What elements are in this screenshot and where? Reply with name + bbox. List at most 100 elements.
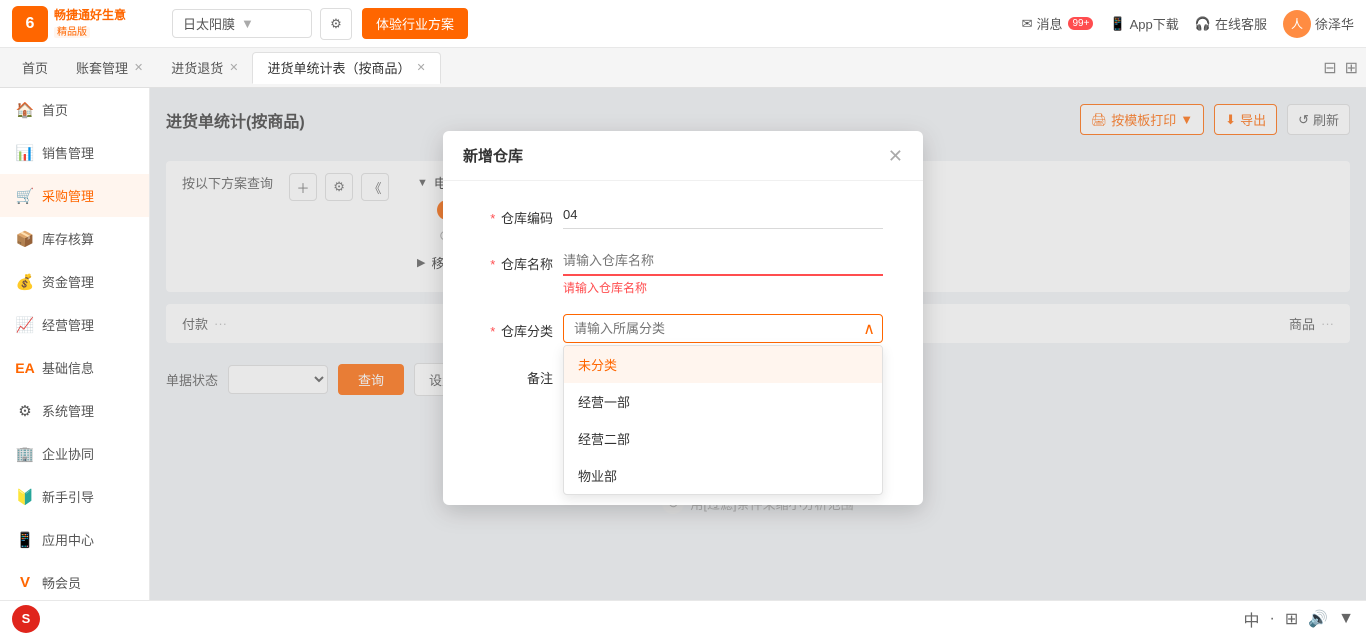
guide-icon: 🔰 [16, 488, 34, 506]
refresh-button[interactable]: ↺ 刷新 [1287, 104, 1350, 135]
payment-label: 付款 [182, 314, 208, 333]
tab-account[interactable]: 账套管理 ✕ [62, 52, 157, 84]
tab-purchase-return[interactable]: 进货退货 ✕ [157, 52, 252, 84]
sidebar-item-basic-info[interactable]: EA 基础信息 [0, 346, 149, 389]
modal-body: * 仓库编码 * 仓库名称 请输入仓库名称 * 仓库分类 [443, 181, 923, 427]
dropdown-item-dept3[interactable]: 物业部 [564, 457, 882, 494]
store-name: 日太阳膜 [183, 14, 235, 33]
sidebar-item-sales[interactable]: 📊 销售管理 [0, 131, 149, 174]
close-tab-purchase-return[interactable]: ✕ [229, 61, 238, 74]
header-right: ✉ 消息 99+ 📱 App下载 🎧 在线客服 人 徐泽华 [1022, 10, 1354, 38]
online-service-item[interactable]: 🎧 在线客服 [1195, 14, 1267, 33]
add-warehouse-modal: 新增仓库 ✕ * 仓库编码 * 仓库名称 请输入仓库名称 [443, 131, 923, 505]
category-input[interactable] [563, 314, 883, 343]
dropdown-item-uncategorized[interactable]: 未分类 [564, 346, 882, 383]
tab-home[interactable]: 首页 [8, 52, 62, 84]
tree-arrow: ▼ [417, 177, 428, 189]
settings-button[interactable]: ⚙ [320, 8, 352, 40]
inventory-icon: 📦 [16, 230, 34, 248]
sidebar-item-membership[interactable]: V 畅会员 [0, 561, 149, 604]
sidebar-item-inventory[interactable]: 📦 库存核算 [0, 217, 149, 260]
sidebar-enterprise-label: 企业协同 [42, 444, 94, 463]
sidebar-item-enterprise[interactable]: 🏢 企业协同 [0, 432, 149, 475]
system-icon: ⚙ [16, 402, 34, 420]
store-selector[interactable]: 日太阳膜 ▼ [172, 9, 312, 38]
tab-purchase-return-label: 进货退货 [171, 58, 223, 77]
brand-name: 畅捷通好生意 精品版 [54, 8, 126, 39]
code-input[interactable] [563, 201, 883, 229]
name-label: * 仓库名称 [483, 247, 563, 273]
sidebar-item-finance[interactable]: 💰 资金管理 [0, 260, 149, 303]
sidebar-sales-label: 销售管理 [42, 143, 94, 162]
footer-sound-icon[interactable]: 🔊 [1308, 609, 1328, 629]
modal-close-button[interactable]: ✕ [888, 147, 903, 165]
phone-icon: 📱 [1109, 16, 1125, 32]
export-button[interactable]: ⬇ 导出 [1214, 104, 1277, 135]
add-scheme-btn[interactable]: ＋ [289, 173, 317, 201]
dropdown-item-dept1[interactable]: 经营一部 [564, 383, 882, 420]
category-label: * 仓库分类 [483, 314, 563, 340]
footer-icons: 中 · ⊞ 🔊 ▼ [1243, 607, 1354, 631]
user-item[interactable]: 人 徐泽华 [1283, 10, 1354, 38]
purchase-icon: 🛒 [16, 187, 34, 205]
footer-arrow-icon[interactable]: ▼ [1338, 610, 1354, 628]
tab-purchase-stat[interactable]: 进货单统计表（按商品） ✕ [252, 52, 440, 84]
sidebar-item-system[interactable]: ⚙ 系统管理 [0, 389, 149, 432]
product-filter: 商品 ··· [1289, 314, 1334, 333]
tab-expand-icon[interactable]: ⊞ [1345, 58, 1358, 78]
sidebar-system-label: 系统管理 [42, 401, 94, 420]
bill-status-select[interactable] [228, 365, 328, 394]
online-service-label: 在线客服 [1215, 14, 1267, 33]
footer-bar: S 中 · ⊞ 🔊 ▼ [0, 600, 1366, 636]
tab-account-label: 账套管理 [76, 58, 128, 77]
enterprise-icon: 🏢 [16, 445, 34, 463]
code-label: * 仓库编码 [483, 201, 563, 227]
footer-dot-icon: · [1270, 610, 1275, 628]
edit-scheme-btn[interactable]: ⚙ [325, 173, 353, 201]
print-icon: 🖨 [1091, 112, 1108, 128]
refresh-icon: ↺ [1298, 112, 1309, 128]
close-tab-purchase-stat[interactable]: ✕ [417, 61, 426, 74]
gear-icon: ⚙ [330, 16, 342, 32]
sidebar-item-guide[interactable]: 🔰 新手引导 [0, 475, 149, 518]
message-item[interactable]: ✉ 消息 99+ [1022, 14, 1094, 33]
collapse-scheme-btn[interactable]: 《 [361, 173, 389, 201]
sidebar-inventory-label: 库存核算 [42, 229, 94, 248]
print-button[interactable]: 🖨 按模板打印 ▼ [1080, 104, 1204, 135]
footer-zh-icon[interactable]: 中 [1243, 607, 1259, 631]
sidebar-guide-label: 新手引导 [42, 487, 94, 506]
code-control [563, 201, 883, 229]
user-avatar: 人 [1283, 10, 1311, 38]
footer-grid-icon[interactable]: ⊞ [1285, 609, 1298, 629]
filter-actions: ＋ ⚙ 《 [289, 173, 389, 201]
form-row-category: * 仓库分类 ∧ 未分类 经营一部 经营二部 物业部 [483, 314, 883, 343]
sidebar-item-home[interactable]: 🏠 首页 [0, 88, 149, 131]
experience-button[interactable]: 体验行业方案 [362, 8, 468, 39]
sidebar-item-operation[interactable]: 📈 经营管理 [0, 303, 149, 346]
message-label: 消息 [1036, 14, 1062, 33]
finance-icon: 💰 [16, 273, 34, 291]
sidebar-operation-label: 经营管理 [42, 315, 94, 334]
sidebar-item-purchase[interactable]: 🛒 采购管理 [0, 174, 149, 217]
form-row-name: * 仓库名称 请输入仓库名称 [483, 247, 883, 296]
name-input[interactable] [563, 247, 883, 276]
modal-header: 新增仓库 ✕ [443, 131, 923, 181]
apps-icon: 📱 [16, 531, 34, 549]
app-download-item[interactable]: 📱 App下载 [1109, 14, 1178, 33]
sidebar-apps-label: 应用中心 [42, 530, 94, 549]
tab-collapse-icon[interactable]: ⊟ [1323, 58, 1336, 78]
tab-bar-actions: ⊟ ⊞ [1323, 58, 1358, 78]
category-select-wrapper: ∧ [563, 314, 883, 343]
store-dropdown-arrow: ▼ [241, 16, 254, 31]
app-download-label: App下载 [1130, 14, 1179, 33]
query-button[interactable]: 查询 [338, 364, 404, 395]
dropdown-item-dept2[interactable]: 经营二部 [564, 420, 882, 457]
sidebar-membership-label: 畅会员 [42, 573, 81, 592]
note-label: 备注 [483, 361, 563, 387]
close-tab-account[interactable]: ✕ [134, 61, 143, 74]
sidebar: 🏠 首页 📊 销售管理 🛒 采购管理 📦 库存核算 💰 资金管理 📈 经营管理 … [0, 88, 150, 636]
filter-scheme-label: 按以下方案查询 [182, 173, 273, 192]
sidebar-item-apps[interactable]: 📱 应用中心 [0, 518, 149, 561]
notification-badge: 99+ [1068, 17, 1093, 30]
sidebar-purchase-label: 采购管理 [42, 186, 94, 205]
